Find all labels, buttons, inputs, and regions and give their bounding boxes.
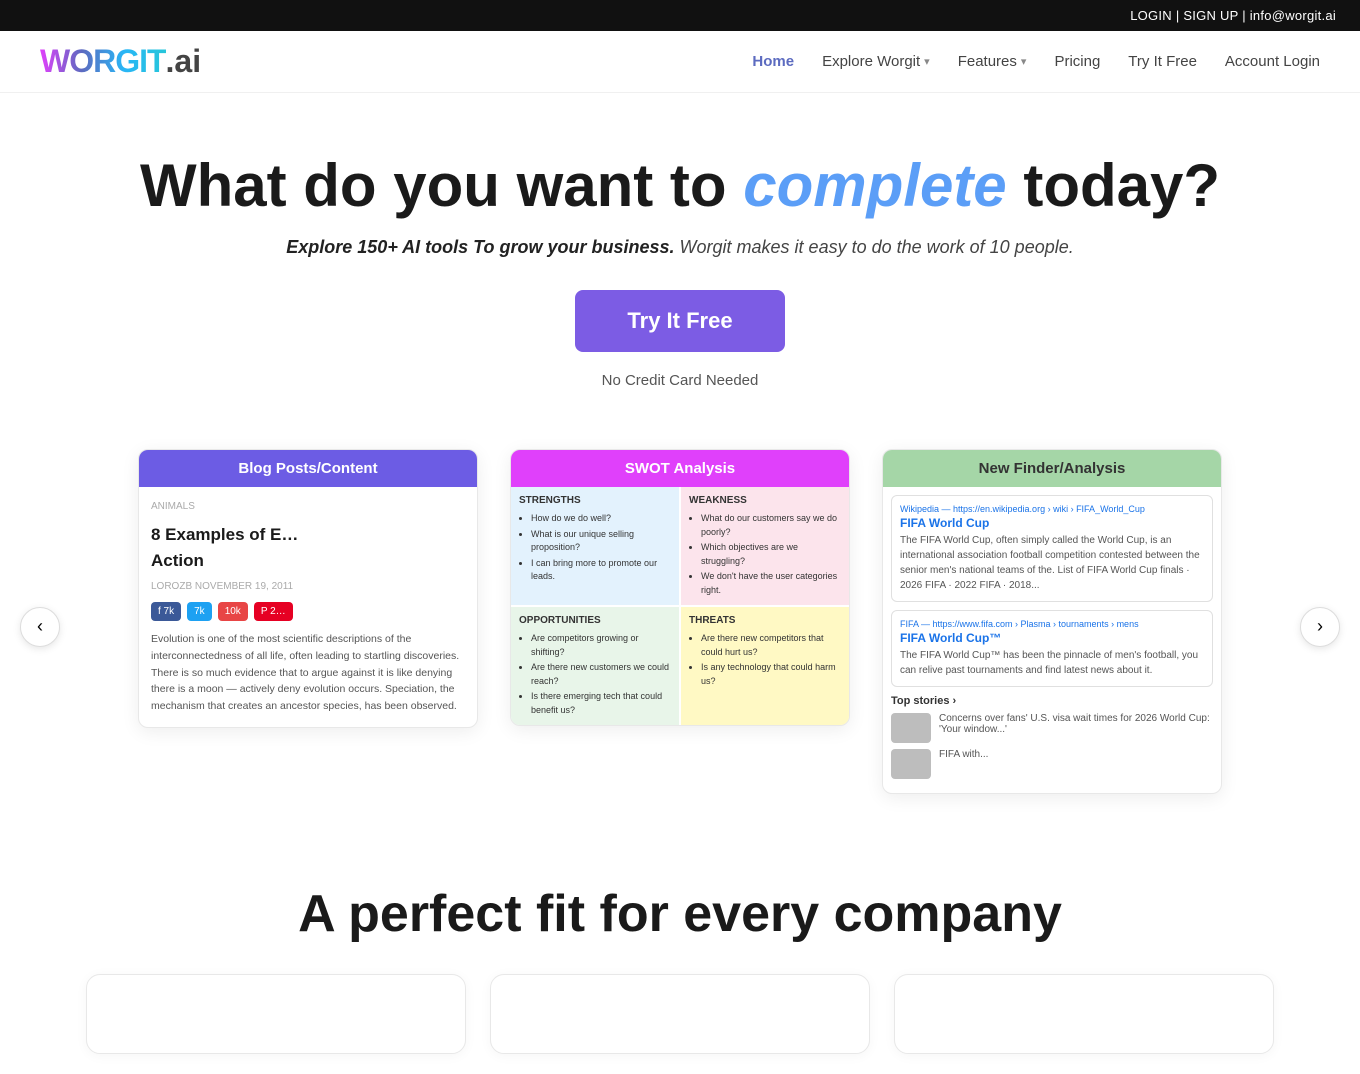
- no-credit-card-label: No Credit Card Needed: [40, 372, 1320, 389]
- perfect-fit-section: A perfect fit for every company: [0, 834, 1360, 1074]
- result-2-snippet: The FIFA World Cup™ has been the pinnacl…: [900, 648, 1204, 678]
- fit-cards: [40, 974, 1320, 1054]
- nav-try-it-free[interactable]: Try It Free: [1128, 53, 1197, 70]
- opportunities-header: OPPORTUNITIES: [519, 613, 671, 628]
- strengths-list: How do we do well? What is our unique se…: [519, 512, 671, 584]
- swot-grid: STRENGTHS How do we do well? What is our…: [511, 487, 849, 725]
- twitter-share[interactable]: 7k: [187, 602, 212, 621]
- chevron-icon: ▾: [924, 55, 930, 68]
- carousel-section: ‹ Blog Posts/Content ANIMALS 8 Examples …: [0, 419, 1360, 834]
- fit-card-1: [86, 974, 466, 1054]
- blog-author-date: LOROZB NOVEMBER 19, 2011: [151, 579, 465, 594]
- pinterest-share[interactable]: P 2…: [254, 602, 293, 621]
- swot-weaknesses: WEAKNESS What do our customers say we do…: [681, 487, 849, 605]
- swot-strengths: STRENGTHS How do we do well? What is our…: [511, 487, 679, 605]
- blog-title: 8 Examples of E…Action: [151, 522, 465, 573]
- hero-headline: What do you want to complete today?: [40, 153, 1320, 219]
- carousel-card-swot: SWOT Analysis STRENGTHS How do we do wel…: [510, 449, 850, 726]
- nav-account-login[interactable]: Account Login: [1225, 53, 1320, 70]
- signup-link[interactable]: SIGN UP: [1183, 8, 1238, 23]
- blog-social-buttons: f 7k 7k 10k P 2…: [151, 602, 465, 621]
- swot-opportunities: OPPORTUNITIES Are competitors growing or…: [511, 607, 679, 725]
- swot-card-body: STRENGTHS How do we do well? What is our…: [511, 487, 849, 725]
- carousel-next-button[interactable]: ›: [1300, 607, 1340, 647]
- strengths-header: STRENGTHS: [519, 493, 671, 508]
- threats-header: THREATS: [689, 613, 841, 628]
- result-1-source: Wikipedia — https://en.wikipedia.org › w…: [900, 504, 1204, 514]
- story-1-text: Concerns over fans' U.S. visa wait times…: [939, 713, 1213, 735]
- chevron-icon: ▾: [1021, 55, 1027, 68]
- finder-card-body: Wikipedia — https://en.wikipedia.org › w…: [883, 487, 1221, 793]
- story-2-text: FIFA with...: [939, 749, 988, 760]
- navbar: WORGIT.ai Home Explore Worgit ▾ Features…: [0, 31, 1360, 93]
- blog-card-body: ANIMALS 8 Examples of E…Action LOROZB NO…: [139, 487, 477, 727]
- weaknesses-list: What do our customers say we do poorly? …: [689, 512, 841, 597]
- logo[interactable]: WORGIT.ai: [40, 43, 201, 80]
- result-1-title[interactable]: FIFA World Cup: [900, 516, 1204, 530]
- carousel-card-blog: Blog Posts/Content ANIMALS 8 Examples of…: [138, 449, 478, 728]
- nav-home[interactable]: Home: [752, 53, 794, 70]
- blog-card-header: Blog Posts/Content: [139, 450, 477, 487]
- carousel-prev-button[interactable]: ‹: [20, 607, 60, 647]
- finder-story-1: Concerns over fans' U.S. visa wait times…: [891, 713, 1213, 743]
- top-stories-label: Top stories ›: [891, 695, 1213, 707]
- blog-category: ANIMALS: [151, 499, 465, 514]
- swot-threats: THREATS Are there new competitors that c…: [681, 607, 849, 725]
- perfect-fit-heading: A perfect fit for every company: [40, 884, 1320, 944]
- blog-text: Evolution is one of the most scientific …: [151, 631, 465, 715]
- nav-features[interactable]: Features ▾: [958, 53, 1027, 70]
- logo-text: WORGIT: [40, 43, 166, 80]
- nav-explore[interactable]: Explore Worgit ▾: [822, 53, 930, 70]
- carousel-track: Blog Posts/Content ANIMALS 8 Examples of…: [0, 449, 1360, 794]
- finder-story-2: FIFA with...: [891, 749, 1213, 779]
- story-2-thumb: [891, 749, 931, 779]
- threats-list: Are there new competitors that could hur…: [689, 632, 841, 688]
- result-1-snippet: The FIFA World Cup, often simply called …: [900, 533, 1204, 593]
- email-link[interactable]: info@worgit.ai: [1250, 8, 1336, 23]
- nav-pricing[interactable]: Pricing: [1054, 53, 1100, 70]
- finder-result-2: FIFA — https://www.fifa.com › Plasma › t…: [891, 610, 1213, 687]
- weaknesses-header: WEAKNESS: [689, 493, 841, 508]
- login-link[interactable]: LOGIN: [1130, 8, 1172, 23]
- result-2-source: FIFA — https://www.fifa.com › Plasma › t…: [900, 619, 1204, 629]
- hero-complete-word: complete: [743, 152, 1006, 219]
- try-it-free-button[interactable]: Try It Free: [575, 290, 784, 352]
- result-2-title[interactable]: FIFA World Cup™: [900, 631, 1204, 645]
- nav-links: Home Explore Worgit ▾ Features ▾ Pricing…: [752, 53, 1320, 70]
- logo-ai: .ai: [166, 43, 202, 80]
- opportunities-list: Are competitors growing or shifting? Are…: [519, 632, 671, 717]
- swot-card-header: SWOT Analysis: [511, 450, 849, 487]
- finder-card-header: New Finder/Analysis: [883, 450, 1221, 487]
- top-bar: LOGIN | SIGN UP | info@worgit.ai: [0, 0, 1360, 31]
- story-1-thumb: [891, 713, 931, 743]
- facebook-share[interactable]: f 7k: [151, 602, 181, 621]
- share-button[interactable]: 10k: [218, 602, 248, 621]
- carousel-card-finder: New Finder/Analysis Wikipedia — https://…: [882, 449, 1222, 794]
- fit-card-3: [894, 974, 1274, 1054]
- fit-card-2: [490, 974, 870, 1054]
- hero-subtitle: Explore 150+ AI tools To grow your busin…: [40, 237, 1320, 258]
- hero-section: What do you want to complete today? Expl…: [0, 93, 1360, 419]
- finder-result-1: Wikipedia — https://en.wikipedia.org › w…: [891, 495, 1213, 602]
